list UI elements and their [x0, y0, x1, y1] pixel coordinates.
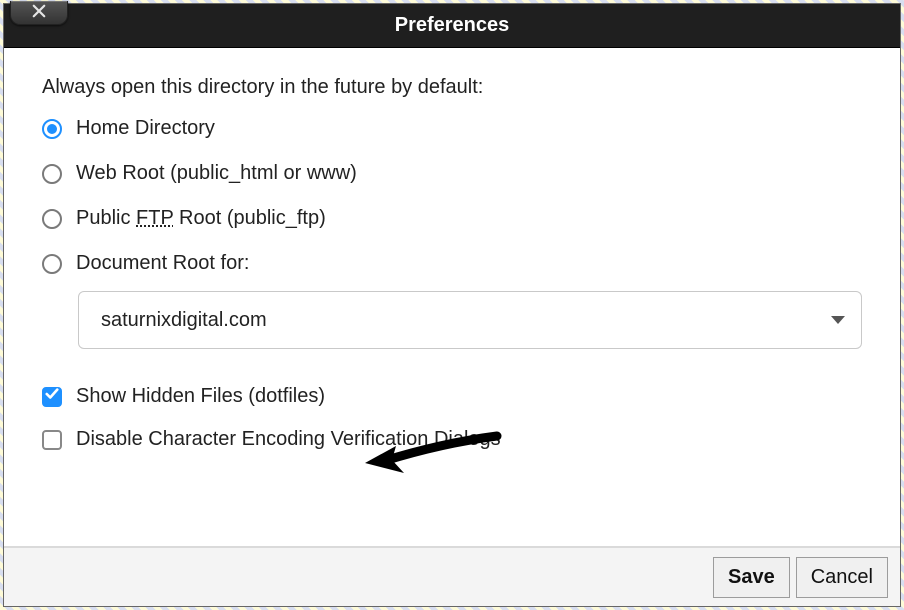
close-icon [32, 1, 46, 24]
radio-webroot[interactable] [42, 164, 62, 184]
dialog-content: Always open this directory in the future… [4, 48, 900, 546]
radio-home-label: Home Directory [76, 117, 215, 140]
dialog-footer: Save Cancel [4, 546, 900, 606]
check-row-show-hidden[interactable]: Show Hidden Files (dotfiles) [42, 385, 862, 408]
checkbox-show-hidden[interactable] [42, 387, 62, 407]
ftp-mid: FTP [136, 207, 173, 229]
radio-row-ftp[interactable]: Public FTP Root (public_ftp) [42, 207, 862, 230]
dialog-header: Preferences [4, 4, 900, 48]
preferences-dialog: Preferences Always open this directory i… [3, 3, 901, 607]
close-button[interactable] [10, 1, 68, 25]
checkbox-disable-verify[interactable] [42, 430, 62, 450]
save-button[interactable]: Save [713, 557, 790, 598]
checkbox-show-hidden-label: Show Hidden Files (dotfiles) [76, 385, 325, 408]
docroot-select-wrap: saturnixdigital.com [78, 291, 862, 349]
dialog-title: Preferences [395, 14, 510, 37]
radio-ftp[interactable] [42, 209, 62, 229]
radio-row-docroot[interactable]: Document Root for: [42, 252, 862, 275]
docroot-domain-select[interactable]: saturnixdigital.com [78, 291, 862, 349]
radio-ftp-label: Public FTP Root (public_ftp) [76, 207, 326, 230]
radio-home[interactable] [42, 119, 62, 139]
radio-docroot[interactable] [42, 254, 62, 274]
radio-webroot-label: Web Root (public_html or www) [76, 162, 357, 185]
check-icon [45, 387, 59, 406]
radio-row-home[interactable]: Home Directory [42, 117, 862, 140]
docroot-domain-value: saturnixdigital.com [101, 309, 267, 332]
radio-row-webroot[interactable]: Web Root (public_html or www) [42, 162, 862, 185]
checkbox-disable-verify-label: Disable Character Encoding Verification … [76, 428, 501, 451]
check-row-disable-verify[interactable]: Disable Character Encoding Verification … [42, 428, 862, 451]
cancel-button[interactable]: Cancel [796, 557, 888, 598]
ftp-pre: Public [76, 207, 136, 229]
default-dir-label: Always open this directory in the future… [42, 76, 862, 99]
radio-docroot-label: Document Root for: [76, 252, 249, 275]
ftp-post: Root (public_ftp) [173, 207, 325, 229]
